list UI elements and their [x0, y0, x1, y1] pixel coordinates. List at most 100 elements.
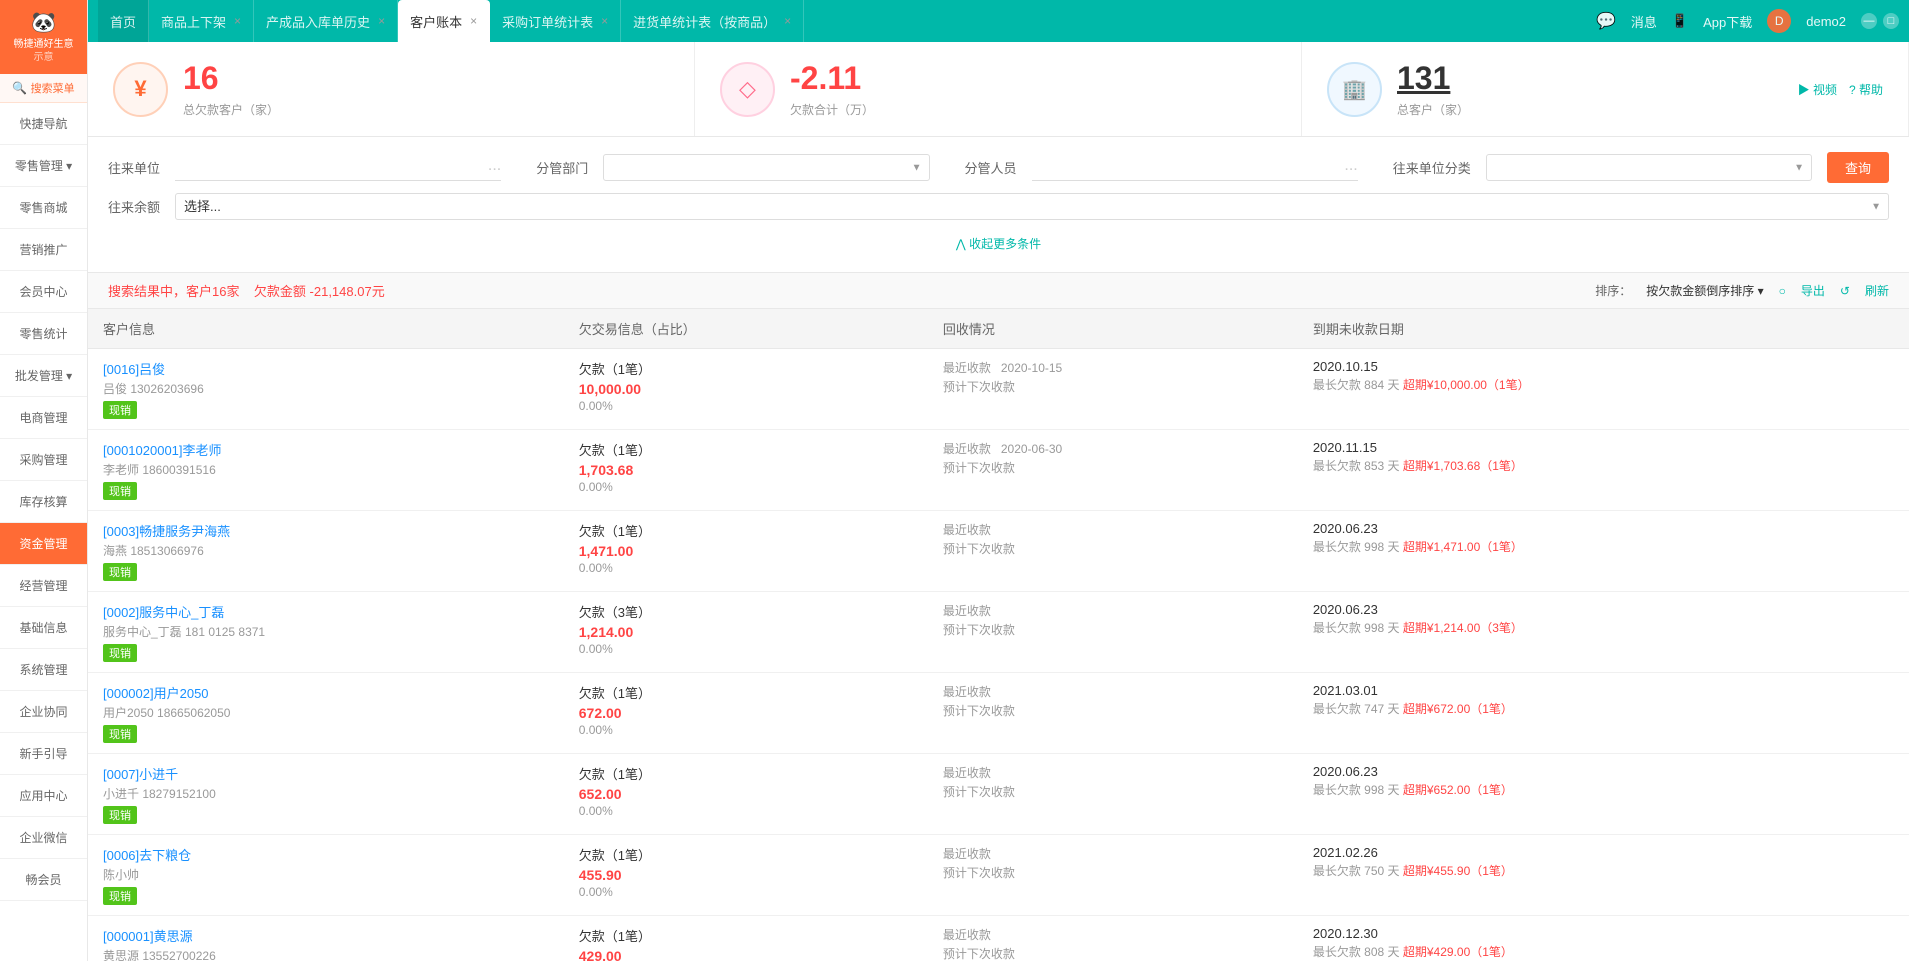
due-date-4: 2021.03.01	[1313, 683, 1894, 698]
from-unit-field: ...	[175, 154, 501, 181]
debt-amount-label: 欠款合计（万）	[790, 101, 874, 118]
last-payment-label-6: 最近收款	[943, 845, 1283, 862]
col-due-date: 到期未收款日期	[1298, 309, 1909, 349]
sidebar: 🐼 畅捷通好生意 示意 🔍 搜索菜单 快捷导航零售管理 ▾零售商城营销推广会员中…	[0, 0, 88, 961]
sidebar-item-enterprise-wechat[interactable]: 企业微信	[0, 817, 87, 859]
sidebar-item-app-center[interactable]: 应用中心	[0, 775, 87, 817]
tab-close-product-shelf[interactable]: ×	[234, 14, 241, 28]
tab-home[interactable]: 首页	[98, 0, 149, 42]
overdue-link-3[interactable]: 超期¥1,214.00（3笔）	[1403, 621, 1523, 635]
msg-label[interactable]: 消息	[1631, 12, 1657, 31]
video-link[interactable]: ▶ 视频	[1798, 81, 1837, 98]
last-payment-label-1: 最近收款 2020-06-30	[943, 440, 1283, 457]
stats-row: ¥ 16 总欠款客户（家） ◇ -2.11 欠款合计（万） 🏢 131 总客户（…	[88, 42, 1909, 137]
customer-id-link-0[interactable]: [0016]吕俊	[103, 359, 549, 378]
next-payment-1: 预计下次收款	[943, 459, 1283, 476]
debt-amount-6[interactable]: 455.90	[579, 867, 913, 883]
overdue-link-4[interactable]: 超期¥672.00（1笔）	[1403, 702, 1513, 716]
sidebar-item-new-guide[interactable]: 新手引导	[0, 733, 87, 775]
overdue-link-5[interactable]: 超期¥652.00（1笔）	[1403, 783, 1513, 797]
app-download-label[interactable]: App下载	[1703, 12, 1752, 31]
debt-amount-value: -2.11	[790, 60, 874, 97]
overdue-link-2[interactable]: 超期¥1,471.00（1笔）	[1403, 540, 1523, 554]
customer-badge-6: 现销	[103, 887, 137, 905]
tab-purchase-stats[interactable]: 进货单统计表（按商品）×	[621, 0, 804, 42]
sidebar-item-quick-nav[interactable]: 快捷导航	[0, 103, 87, 145]
cell-debt-info-4: 欠款（1笔） 672.00 0.00%	[564, 673, 928, 754]
sidebar-item-enterprise-collab[interactable]: 企业协同	[0, 691, 87, 733]
sidebar-item-purchase-mgmt[interactable]: 采购管理	[0, 439, 87, 481]
customer-id-link-6[interactable]: [0006]去下粮仓	[103, 845, 549, 864]
sidebar-item-inventory[interactable]: 库存核算	[0, 481, 87, 523]
tab-close-purchase-order[interactable]: ×	[601, 14, 608, 28]
sidebar-item-batch-mgmt[interactable]: 批发管理 ▾	[0, 355, 87, 397]
data-table: 客户信息 欠交易信息（占比） 回收情况 到期未收款日期 [0016]吕俊 吕俊 …	[88, 309, 1909, 961]
sidebar-item-ops-mgmt[interactable]: 经营管理	[0, 565, 87, 607]
cell-payback-4: 最近收款 预计下次收款	[928, 673, 1298, 754]
customer-id-link-3[interactable]: [0002]服务中心_丁磊	[103, 602, 549, 621]
collapse-more-btn[interactable]: ⋀ 收起更多条件	[108, 230, 1889, 257]
tab-close-product-history[interactable]: ×	[378, 14, 385, 28]
tab-product-shelf[interactable]: 商品上下架×	[149, 0, 254, 42]
sidebar-item-member-center[interactable]: 会员中心	[0, 271, 87, 313]
cell-debt-info-3: 欠款（3笔） 1,214.00 0.00%	[564, 592, 928, 673]
tab-purchase-order[interactable]: 采购订单统计表×	[490, 0, 621, 42]
customer-id-link-5[interactable]: [0007]小进千	[103, 764, 549, 783]
overdue-link-6[interactable]: 超期¥455.90（1笔）	[1403, 864, 1513, 878]
export-btn[interactable]: 导出	[1801, 282, 1825, 299]
debt-amount-3[interactable]: 1,214.00	[579, 624, 913, 640]
overdue-link-7[interactable]: 超期¥429.00（1笔）	[1403, 945, 1513, 959]
debt-amount-2[interactable]: 1,471.00	[579, 543, 913, 559]
sidebar-item-retail-mgmt[interactable]: 零售管理 ▾	[0, 145, 87, 187]
overdue-days-6: 最长欠款 750 天 超期¥455.90（1笔）	[1313, 862, 1894, 879]
stat-total-customers: 🏢 131 总客户（家） ▶ 视频 ? 帮助	[1302, 42, 1909, 136]
sidebar-item-member[interactable]: 畅会员	[0, 859, 87, 901]
person-input[interactable]	[1032, 154, 1345, 177]
unit-category-select[interactable]	[1486, 154, 1812, 181]
customer-id-link-4[interactable]: [000002]用户2050	[103, 683, 549, 702]
customer-id-link-1[interactable]: [0001020001]李老师	[103, 440, 549, 459]
table-row: [0006]去下粮仓 陈小帅 现销 欠款（1笔） 455.90 0.00% 最近…	[88, 835, 1909, 916]
help-link[interactable]: ? 帮助	[1849, 81, 1883, 98]
sidebar-item-retail-stats[interactable]: 零售统计	[0, 313, 87, 355]
debt-percent-2: 0.00%	[579, 561, 913, 575]
sort-btn[interactable]: 按欠款金额倒序排序 ▾	[1646, 282, 1763, 299]
debt-amount-5[interactable]: 652.00	[579, 786, 913, 802]
sidebar-item-marketing[interactable]: 营销推广	[0, 229, 87, 271]
sidebar-item-retail-mall[interactable]: 零售商城	[0, 187, 87, 229]
sidebar-item-system-mgmt[interactable]: 系统管理	[0, 649, 87, 691]
tab-product-history[interactable]: 产成品入库单历史×	[254, 0, 398, 42]
from-unit-input[interactable]	[175, 154, 488, 177]
overdue-days-3: 最长欠款 998 天 超期¥1,214.00（3笔）	[1313, 619, 1894, 636]
debt-amount-7[interactable]: 429.00	[579, 948, 913, 961]
minimize-button[interactable]: —	[1861, 13, 1877, 29]
results-info: 搜索结果中，客户16家 欠款金额 -21,148.07元	[108, 281, 385, 300]
sidebar-item-basic-info[interactable]: 基础信息	[0, 607, 87, 649]
dept-select-wrap	[603, 154, 929, 181]
overdue-link-0[interactable]: 超期¥10,000.00（1笔）	[1403, 378, 1530, 392]
topbar-actions: 💬 消息 📱 App下载 D demo2	[1596, 9, 1846, 33]
overdue-days-2: 最长欠款 998 天 超期¥1,471.00（1笔）	[1313, 538, 1894, 555]
tab-close-purchase-stats[interactable]: ×	[784, 14, 791, 28]
customer-id-link-7[interactable]: [000001]黄思源	[103, 926, 549, 945]
customer-badge-4: 现销	[103, 725, 137, 743]
sidebar-item-capital-mgmt[interactable]: 资金管理	[0, 523, 87, 565]
refresh-btn[interactable]: 刷新	[1865, 282, 1889, 299]
maximize-button[interactable]: □	[1883, 13, 1899, 29]
customer-id-link-2[interactable]: [0003]畅捷服务尹海燕	[103, 521, 549, 540]
overdue-link-1[interactable]: 超期¥1,703.68（1笔）	[1403, 459, 1523, 473]
window-controls: — □	[1861, 13, 1899, 29]
debt-amount-0[interactable]: 10,000.00	[579, 381, 913, 397]
user-name[interactable]: demo2	[1806, 14, 1846, 29]
dept-select[interactable]	[603, 154, 929, 181]
debt-amount-1[interactable]: 1,703.68	[579, 462, 913, 478]
sidebar-item-ecommerce-mgmt[interactable]: 电商管理	[0, 397, 87, 439]
search-button[interactable]: 查询	[1827, 152, 1889, 183]
balance-select[interactable]: 选择...	[175, 193, 1889, 220]
customer-phone-2: 海燕 18513066976	[103, 542, 549, 559]
tab-close-customer-account[interactable]: ×	[470, 14, 477, 28]
tab-customer-account[interactable]: 客户账本×	[398, 0, 490, 42]
debt-amount-4[interactable]: 672.00	[579, 705, 913, 721]
sidebar-search-menu[interactable]: 🔍 搜索菜单	[0, 74, 87, 103]
cell-payback-1: 最近收款 2020-06-30 预计下次收款	[928, 430, 1298, 511]
